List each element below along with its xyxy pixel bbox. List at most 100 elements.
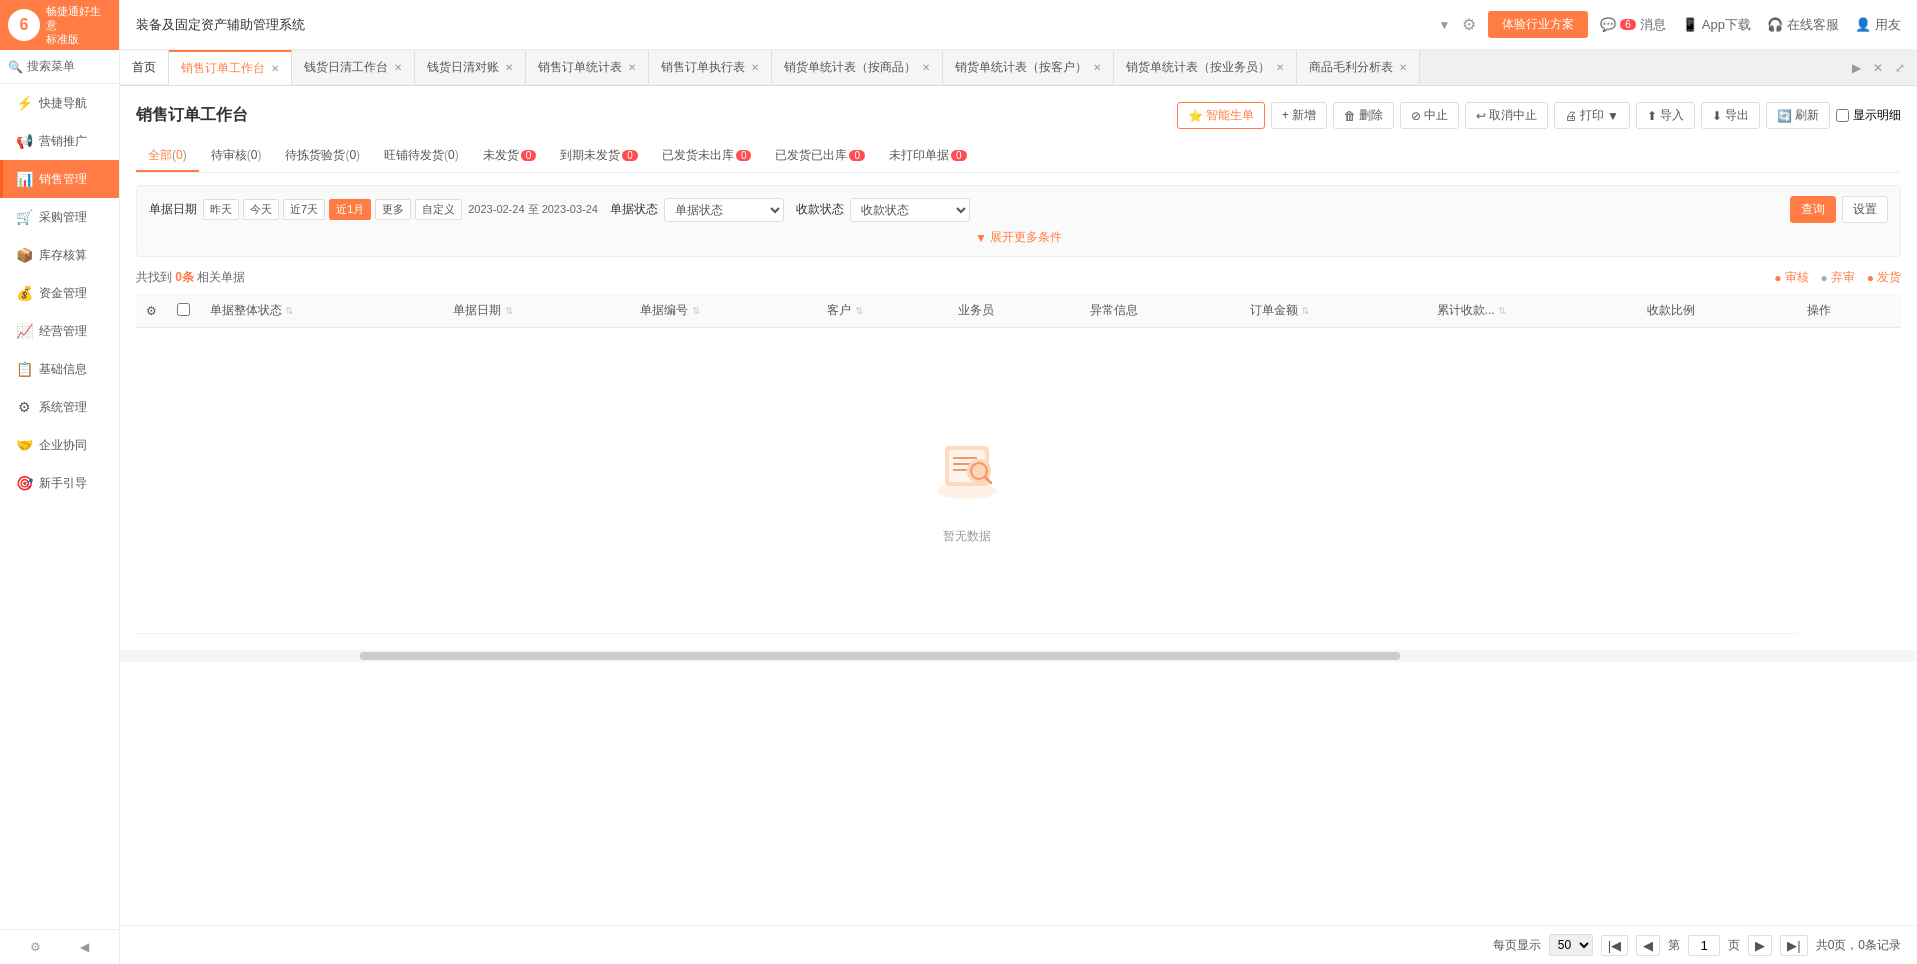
empty-text: 暂无数据 — [943, 528, 991, 545]
status-select[interactable]: 单据状态 — [664, 198, 784, 222]
setting-button[interactable]: 设置 — [1842, 196, 1888, 223]
date-btn-custom[interactable]: 自定义 — [415, 199, 462, 220]
page-number-input[interactable] — [1688, 935, 1720, 956]
select-all-checkbox[interactable] — [177, 303, 190, 316]
tab-sales-sum-customer[interactable]: 销货单统计表（按客户） ✕ — [943, 51, 1114, 84]
delete-button[interactable]: 🗑 删除 — [1333, 102, 1394, 129]
query-button[interactable]: 查询 — [1790, 196, 1836, 223]
tab-product-margin[interactable]: 商品毛利分析表 ✕ — [1297, 51, 1420, 84]
date-btn-7days[interactable]: 近7天 — [283, 199, 325, 220]
col-settings[interactable]: ⚙ — [136, 294, 167, 328]
tab-sales-sum-product[interactable]: 销货单统计表（按商品） ✕ — [772, 51, 943, 84]
date-btn-today[interactable]: 今天 — [243, 199, 279, 220]
col-abnormal: 异常信息 — [1080, 294, 1240, 328]
tab-sales-stat[interactable]: 销售订单统计表 ✕ — [526, 51, 649, 84]
app-download-button[interactable]: 📱 App下载 — [1682, 16, 1751, 34]
sidebar-item-basic-info[interactable]: 📋 基础信息 — [0, 350, 119, 388]
suspend-button[interactable]: ⊘ 中止 — [1400, 102, 1459, 129]
tab-sales-stat-close[interactable]: ✕ — [628, 62, 636, 73]
tab-scroll-left[interactable]: ▶ — [1848, 59, 1865, 77]
tab-cash-reconcile[interactable]: 钱货日清对账 ✕ — [415, 51, 526, 84]
subtab-pending-check[interactable]: 待拣货验货(0) — [273, 141, 372, 172]
payment-select[interactable]: 收款状态 — [850, 198, 970, 222]
sidebar-item-enterprise[interactable]: 🤝 企业协同 — [0, 426, 119, 464]
refresh-button[interactable]: 🔄 刷新 — [1766, 102, 1830, 129]
sidebar-item-inventory[interactable]: 📦 库存核算 — [0, 236, 119, 274]
expand-conditions-button[interactable]: ▼ 展开更多条件 — [975, 229, 1062, 246]
sidebar-item-sales[interactable]: 📊 销售管理 — [0, 160, 119, 198]
collapse-icon[interactable]: ◀ — [80, 940, 89, 954]
scrollbar-thumb[interactable] — [360, 652, 1400, 660]
date-btn-yesterday[interactable]: 昨天 — [203, 199, 239, 220]
subtab-expired-not-shipped[interactable]: 到期未发货0 — [548, 141, 650, 172]
tab-sales-sum-product-close[interactable]: ✕ — [922, 62, 930, 73]
add-button[interactable]: + 新增 — [1271, 102, 1327, 129]
next-page-button[interactable]: ▶ — [1748, 935, 1772, 956]
tab-home[interactable]: 首页 — [120, 51, 169, 84]
ship-action-link[interactable]: ● 发货 — [1867, 269, 1901, 286]
settings-topbar-icon[interactable]: ⚙ — [1462, 15, 1476, 34]
tab-sales-order-close[interactable]: ✕ — [271, 63, 279, 74]
import-button[interactable]: ⬆ 导入 — [1636, 102, 1695, 129]
payment-filter: 收款状态 收款状态 — [796, 198, 970, 222]
subtab-shipped-outbound[interactable]: 已发货已出库0 — [763, 141, 877, 172]
tab-product-margin-close[interactable]: ✕ — [1399, 62, 1407, 73]
tab-cash-daily[interactable]: 钱货日清工作台 ✕ — [292, 51, 415, 84]
online-service-button[interactable]: 🎧 在线客服 — [1767, 16, 1839, 34]
sort-icon-doc-date[interactable]: ⇅ — [505, 305, 513, 316]
sort-icon-collected[interactable]: ⇅ — [1498, 305, 1506, 316]
sidebar-item-marketing[interactable]: 📢 营销推广 — [0, 122, 119, 160]
sidebar-item-operations[interactable]: 📈 经营管理 — [0, 312, 119, 350]
tab-maximize[interactable]: ⤢ — [1891, 59, 1909, 77]
review-action-link[interactable]: ● 审核 — [1774, 269, 1808, 286]
message-button[interactable]: 💬 6 消息 — [1600, 16, 1666, 34]
date-btn-more[interactable]: 更多 — [375, 199, 411, 220]
cancel-review-action-link[interactable]: ● 弃审 — [1821, 269, 1855, 286]
first-page-button[interactable]: |◀ — [1601, 935, 1628, 956]
prev-page-button[interactable]: ◀ — [1636, 935, 1660, 956]
industry-solution-button[interactable]: 体验行业方案 — [1488, 11, 1588, 38]
smart-create-button[interactable]: ⭐ 智能生单 — [1177, 102, 1265, 129]
tab-sales-sum-customer-close[interactable]: ✕ — [1093, 62, 1101, 73]
print-button[interactable]: 🖨 打印 ▼ — [1554, 102, 1630, 129]
col-checkbox[interactable] — [167, 294, 200, 328]
subtab-not-printed[interactable]: 未打印单据0 — [877, 141, 979, 172]
subtab-all[interactable]: 全部(0) — [136, 141, 199, 172]
dropdown-arrow[interactable]: ▼ — [1438, 18, 1450, 32]
tab-sales-exec-close[interactable]: ✕ — [751, 62, 759, 73]
subtab-pending-review[interactable]: 待审核(0) — [199, 141, 274, 172]
user-menu-button[interactable]: 👤 用友 — [1855, 16, 1901, 34]
subtab-shipped-not-outbound[interactable]: 已发货未出库0 — [650, 141, 764, 172]
sort-icon-amount[interactable]: ⇅ — [1301, 305, 1309, 316]
tab-cash-reconcile-close[interactable]: ✕ — [505, 62, 513, 73]
export-button[interactable]: ⬇ 导出 — [1701, 102, 1760, 129]
sort-icon-doc-status[interactable]: ⇅ — [285, 305, 293, 316]
settings-bottom-icon[interactable]: ⚙ — [30, 940, 41, 954]
date-filter: 单据日期 昨天 今天 近7天 近1月 更多 自定义 2023-02-24 至 2… — [149, 199, 598, 220]
sidebar-item-purchase[interactable]: 🛒 采购管理 — [0, 198, 119, 236]
tab-sales-sum-staff[interactable]: 销货单统计表（按业务员） ✕ — [1114, 51, 1297, 84]
horizontal-scrollbar[interactable] — [120, 650, 1917, 662]
page-size-select[interactable]: 50 — [1549, 934, 1593, 956]
guide-icon: 🎯 — [15, 474, 33, 492]
search-menu[interactable]: 🔍 搜索菜单 — [0, 50, 119, 84]
last-page-button[interactable]: ▶| — [1780, 935, 1807, 956]
date-btn-1month[interactable]: 近1月 — [329, 199, 371, 220]
subtab-wangpu[interactable]: 旺铺待发货(0) — [372, 141, 471, 172]
tab-sales-sum-staff-close[interactable]: ✕ — [1276, 62, 1284, 73]
tab-close-all[interactable]: ✕ — [1869, 59, 1887, 77]
sidebar-item-quick-nav[interactable]: ⚡ 快捷导航 — [0, 84, 119, 122]
sort-icon-customer[interactable]: ⇅ — [855, 305, 863, 316]
tab-cash-daily-close[interactable]: ✕ — [394, 62, 402, 73]
sidebar-item-system[interactable]: ⚙ 系统管理 — [0, 388, 119, 426]
sidebar-item-finance[interactable]: 💰 资金管理 — [0, 274, 119, 312]
sidebar-item-guide[interactable]: 🎯 新手引导 — [0, 464, 119, 502]
tab-sales-exec[interactable]: 销售订单执行表 ✕ — [649, 51, 772, 84]
cancel-suspend-button[interactable]: ↩ 取消中止 — [1465, 102, 1548, 129]
print-dropdown-arrow[interactable]: ▼ — [1607, 109, 1619, 123]
tab-sales-order[interactable]: 销售订单工作台 ✕ — [169, 50, 292, 85]
show-detail-input[interactable] — [1836, 109, 1849, 122]
subtab-not-shipped[interactable]: 未发货0 — [471, 141, 549, 172]
show-detail-checkbox[interactable]: 显示明细 — [1836, 107, 1901, 124]
sort-icon-doc-no[interactable]: ⇅ — [692, 305, 700, 316]
